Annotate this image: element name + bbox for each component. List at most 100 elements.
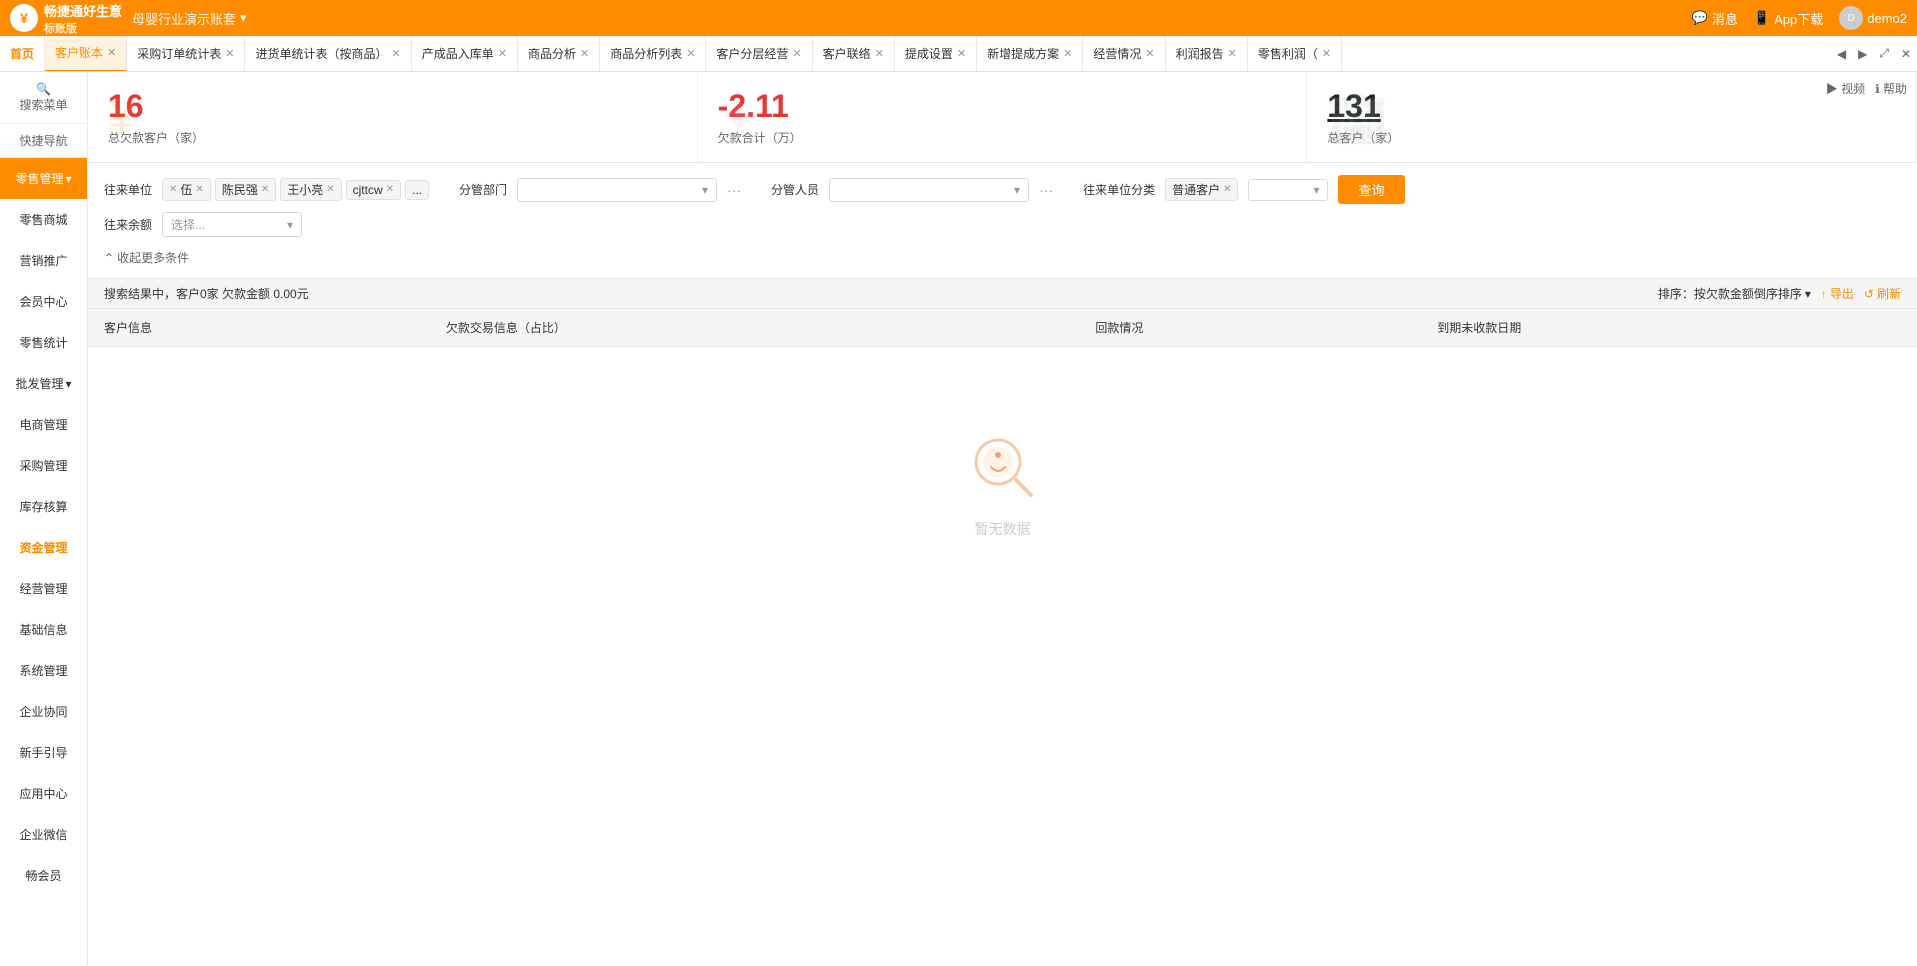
dropdown-arrow-icon: ▾ — [240, 10, 247, 26]
tab-business-situation[interactable]: 经营情况 ✕ — [1083, 36, 1165, 72]
tab-retail-profit[interactable]: 零售利润（ ✕ — [1248, 36, 1342, 72]
empty-icon — [963, 427, 1043, 507]
dept-more-btn[interactable]: ··· — [727, 182, 741, 198]
tab-close-business-situation[interactable]: ✕ — [1145, 47, 1154, 60]
unit-filter-tags: ✕ 伍 ✕ 陈民强 ✕ 王小亮 ✕ cjttcw — [162, 178, 429, 201]
tab-close-stock-stats[interactable]: ✕ — [392, 47, 401, 60]
sidebar-item-wholesale[interactable]: 批发管理 ▾ — [0, 363, 87, 404]
remaining-select-arrow: ▾ — [287, 218, 293, 232]
tab-expand-button[interactable]: ⤢ — [1873, 46, 1895, 61]
tab-home[interactable]: 首页 — [0, 36, 45, 72]
category-select[interactable]: ▾ — [1248, 179, 1328, 201]
sidebar-item-enterprise-collab[interactable]: 企业协同 — [0, 691, 87, 732]
results-actions: 排序：按欠款金额倒序排序 ▾ ↑ 导出 ↺ 刷新 — [1658, 285, 1901, 302]
logo-area: ¥ 畅捷通好生意 标账版 — [10, 1, 122, 36]
tab-close-product-analysis[interactable]: ✕ — [580, 47, 589, 60]
refresh-button[interactable]: ↺ 刷新 — [1864, 285, 1901, 302]
sidebar-item-inventory[interactable]: 库存核算 — [0, 486, 87, 527]
stat-total-customers-label: 总欠款客户（家） — [108, 129, 677, 146]
col-debt-info: 欠款交易信息（占比） — [430, 309, 1080, 347]
sidebar-item-retail-stats[interactable]: 零售统计 — [0, 322, 87, 363]
tab-customer-segment[interactable]: 客户分层经营 ✕ — [706, 36, 812, 72]
tab-close-product-stock[interactable]: ✕ — [498, 47, 507, 60]
export-button[interactable]: ↑ 导出 — [1821, 285, 1854, 302]
table-container: 客户信息 欠款交易信息（占比） 回款情况 到期未收款日期 — [88, 309, 1917, 966]
tab-close-retail-profit[interactable]: ✕ — [1322, 47, 1331, 60]
tab-close-profit-report[interactable]: ✕ — [1228, 47, 1237, 60]
remaining-filter-label: 往来余额 — [104, 216, 152, 233]
tab-close-all-button[interactable]: ✕ — [1895, 47, 1917, 61]
table-header: 客户信息 欠款交易信息（占比） 回款情况 到期未收款日期 — [88, 309, 1917, 347]
tab-close-customer-contact[interactable]: ✕ — [875, 47, 884, 60]
message-button[interactable]: 💬 消息 — [1692, 9, 1738, 28]
unit-tag-remove-wang[interactable]: ✕ — [326, 184, 334, 195]
video-link[interactable]: ▶ 视频 — [1826, 80, 1865, 97]
stat-debt-amount: ✦ -2.11 欠款合计（万） — [698, 72, 1308, 162]
tab-profit-report[interactable]: 利润报告 ✕ — [1166, 36, 1248, 72]
sidebar-item-app-center[interactable]: 应用中心 — [0, 773, 87, 814]
person-select[interactable]: ▾ — [829, 178, 1029, 202]
tab-commission-setting[interactable]: 提成设置 ✕ — [895, 36, 977, 72]
sort-select[interactable]: 排序：按欠款金额倒序排序 ▾ — [1658, 285, 1811, 302]
app-download-button[interactable]: 📱 App下载 — [1754, 9, 1823, 28]
play-icon: ▶ — [1826, 82, 1838, 96]
logo-text: 畅捷通好生意 — [44, 1, 122, 20]
sidebar-item-retail-mall[interactable]: 零售商城 — [0, 199, 87, 240]
tab-close-product-analysis-list[interactable]: ✕ — [686, 47, 695, 60]
sidebar-item-vip-member[interactable]: 畅会员 — [0, 855, 87, 896]
tab-close-purchase-order[interactable]: ✕ — [225, 47, 234, 60]
tab-close-add-commission[interactable]: ✕ — [1063, 47, 1072, 60]
tab-bar: 首页 客户账本 ✕ 采购订单统计表 ✕ 进货单统计表（按商品） ✕ 产成品入库单… — [0, 36, 1917, 72]
tab-customer-account[interactable]: 客户账本 ✕ — [45, 36, 127, 72]
help-link[interactable]: ℹ 帮助 — [1875, 80, 1907, 97]
tab-product-analysis-list[interactable]: 商品分析列表 ✕ — [600, 36, 706, 72]
query-button[interactable]: 查询 — [1338, 175, 1404, 204]
unit-tag-chen: 陈民强 ✕ — [215, 178, 276, 201]
sidebar-item-marketing[interactable]: 营销推广 — [0, 240, 87, 281]
remaining-select[interactable]: 选择... ▾ — [162, 212, 302, 237]
dept-select[interactable]: ▾ — [517, 178, 717, 202]
tab-purchase-order[interactable]: 采购订单统计表 ✕ — [127, 36, 245, 72]
account-dropdown[interactable]: 母婴行业演示账套 ▾ — [132, 9, 247, 28]
unit-tag-remove-wu[interactable]: ✕ — [195, 184, 203, 195]
sidebar-item-operations[interactable]: 经营管理 — [0, 568, 87, 609]
sidebar-item-enterprise-wechat[interactable]: 企业微信 — [0, 814, 87, 855]
sidebar-item-retail-management[interactable]: 零售管理 ▾ — [0, 158, 87, 199]
stat-debt-amount-label: 欠款合计（万） — [718, 129, 1287, 146]
sidebar-item-system[interactable]: 系统管理 — [0, 650, 87, 691]
person-more-btn[interactable]: ··· — [1039, 182, 1053, 198]
unit-tag-more[interactable]: ... — [405, 180, 429, 200]
tab-product-stock[interactable]: 产成品入库单 ✕ — [412, 36, 518, 72]
tab-product-analysis[interactable]: 商品分析 ✕ — [518, 36, 600, 72]
avatar: D — [1839, 6, 1863, 30]
sidebar-item-member-center[interactable]: 会员中心 — [0, 281, 87, 322]
dept-select-arrow: ▾ — [702, 183, 708, 197]
unit-tag-remove-cjttcw[interactable]: ✕ — [386, 184, 394, 195]
col-customer-info: 客户信息 — [88, 309, 430, 347]
tab-add-commission[interactable]: 新增提成方案 ✕ — [977, 36, 1083, 72]
tab-next-button[interactable]: ▶ — [1852, 47, 1873, 61]
sidebar-quick-nav[interactable]: 快捷导航 — [0, 124, 87, 158]
tab-close-commission-setting[interactable]: ✕ — [957, 47, 966, 60]
collapse-row: ⌃ 收起更多条件 — [104, 245, 1901, 266]
sidebar-search-menu[interactable]: 🔍 搜索菜单 — [0, 72, 87, 124]
sidebar-item-basic-info[interactable]: 基础信息 — [0, 609, 87, 650]
sidebar-item-ecommerce[interactable]: 电商管理 — [0, 404, 87, 445]
tab-prev-button[interactable]: ◀ — [1831, 47, 1852, 61]
tab-close-customer-segment[interactable]: ✕ — [792, 47, 801, 60]
unit-tag-cjttcw: cjttcw ✕ — [346, 180, 401, 200]
stat-total-customers2-value: 131 — [1327, 88, 1896, 125]
sort-label: 排序：按欠款金额倒序排序 — [1658, 285, 1802, 302]
collapse-button[interactable]: ⌃ 收起更多条件 — [104, 249, 1901, 266]
tab-close-customer-account[interactable]: ✕ — [107, 46, 116, 59]
top-bar-right: 💬 消息 📱 App下载 D demo2 — [1692, 6, 1907, 30]
unit-tag-remove-chen[interactable]: ✕ — [261, 184, 269, 195]
sidebar-item-finance[interactable]: 资金管理 — [0, 527, 87, 568]
category-tag-remove-normal[interactable]: ✕ — [1223, 184, 1231, 195]
tab-stock-stats[interactable]: 进货单统计表（按商品） ✕ — [245, 36, 411, 72]
tab-customer-contact[interactable]: 客户联络 ✕ — [813, 36, 895, 72]
sidebar-item-newbie-guide[interactable]: 新手引导 — [0, 732, 87, 773]
user-menu-button[interactable]: D demo2 — [1839, 6, 1907, 30]
customers2-bg-icon: 🏢 — [1327, 89, 1389, 145]
sidebar-item-purchase[interactable]: 采购管理 — [0, 445, 87, 486]
